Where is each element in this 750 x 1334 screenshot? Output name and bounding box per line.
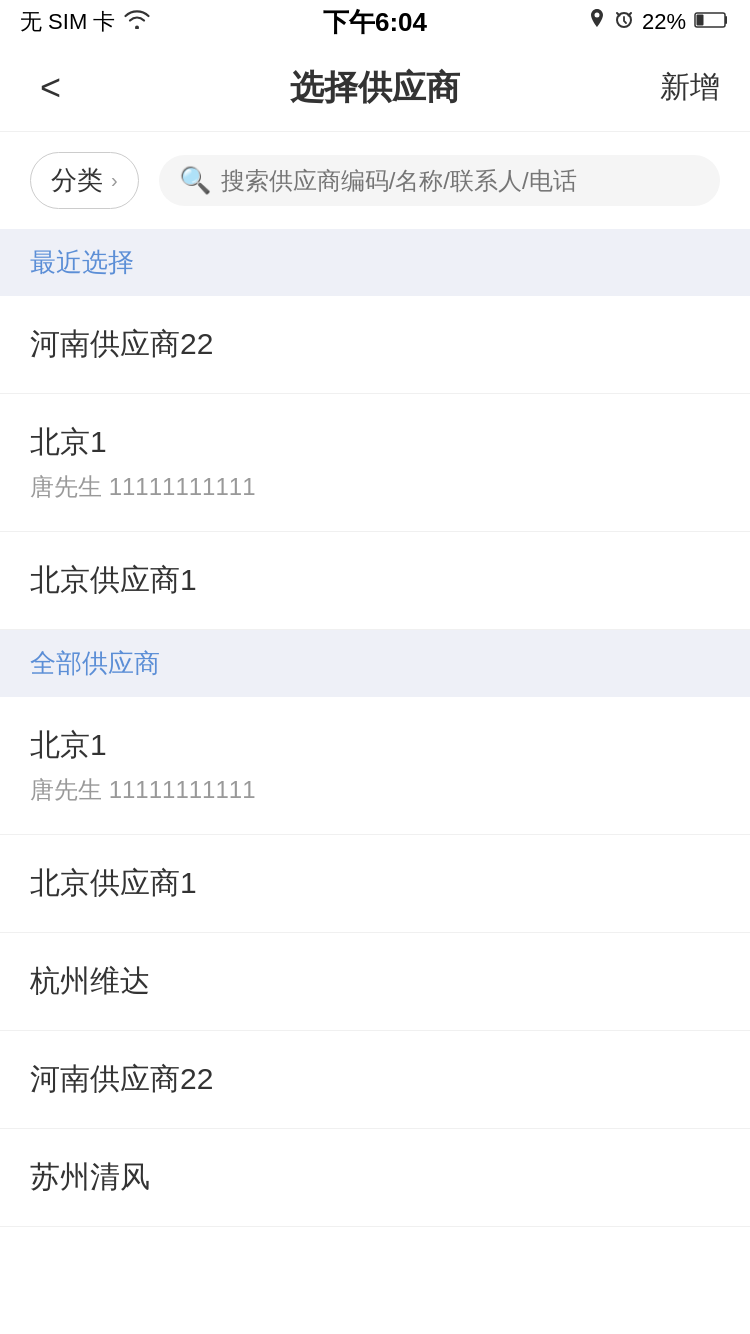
status-time: 下午6:04 (323, 5, 427, 40)
item-name: 杭州维达 (30, 961, 720, 1002)
status-left: 无 SIM 卡 (20, 7, 151, 37)
all-list-item[interactable]: 北京1 唐先生 11111111111 (0, 697, 750, 835)
recent-list-item[interactable]: 北京供应商1 (0, 532, 750, 630)
battery-level: 22% (642, 9, 686, 35)
all-list: 北京1 唐先生 11111111111 北京供应商1 杭州维达河南供应商22 苏州清风 (0, 697, 750, 1227)
all-list-item[interactable]: 苏州清风 (0, 1129, 750, 1227)
svg-rect-2 (697, 15, 704, 26)
search-input[interactable] (221, 167, 700, 195)
item-name: 河南供应商22 (30, 324, 720, 365)
status-bar: 无 SIM 卡 下午6:04 22% (0, 0, 750, 44)
item-name: 苏州清风 (30, 1157, 720, 1198)
search-icon: 🔍 (179, 165, 211, 196)
item-name: 北京1 (30, 422, 720, 463)
chevron-right-icon: › (111, 169, 118, 192)
status-right: 22% (588, 9, 730, 35)
recent-list: 河南供应商22 北京1 唐先生 11111111111 北京供应商1 (0, 296, 750, 630)
category-button[interactable]: 分类 › (30, 152, 139, 209)
sim-status: 无 SIM 卡 (20, 7, 115, 37)
all-list-item[interactable]: 河南供应商22 (0, 1031, 750, 1129)
item-contact: 唐先生 11111111111 (30, 774, 720, 806)
battery-icon (694, 9, 730, 35)
item-contact: 唐先生 11111111111 (30, 471, 720, 503)
recent-section-header: 最近选择 (0, 229, 750, 296)
recent-list-item[interactable]: 河南供应商22 (0, 296, 750, 394)
back-button[interactable]: < (30, 57, 71, 119)
page-title: 选择供应商 (290, 65, 460, 111)
category-label: 分类 (51, 163, 103, 198)
item-name: 北京供应商1 (30, 560, 720, 601)
recent-list-item[interactable]: 北京1 唐先生 11111111111 (0, 394, 750, 532)
all-section-header: 全部供应商 (0, 630, 750, 697)
nav-bar: < 选择供应商 新增 (0, 44, 750, 132)
item-name: 河南供应商22 (30, 1059, 720, 1100)
add-button[interactable]: 新增 (660, 67, 720, 108)
alarm-icon (614, 9, 634, 35)
all-list-item[interactable]: 北京供应商1 (0, 835, 750, 933)
search-box[interactable]: 🔍 (159, 155, 720, 206)
wifi-icon (123, 9, 151, 35)
all-list-item[interactable]: 杭州维达 (0, 933, 750, 1031)
item-name: 北京供应商1 (30, 863, 720, 904)
filter-bar: 分类 › 🔍 (0, 132, 750, 229)
item-name: 北京1 (30, 725, 720, 766)
location-icon (588, 9, 606, 35)
